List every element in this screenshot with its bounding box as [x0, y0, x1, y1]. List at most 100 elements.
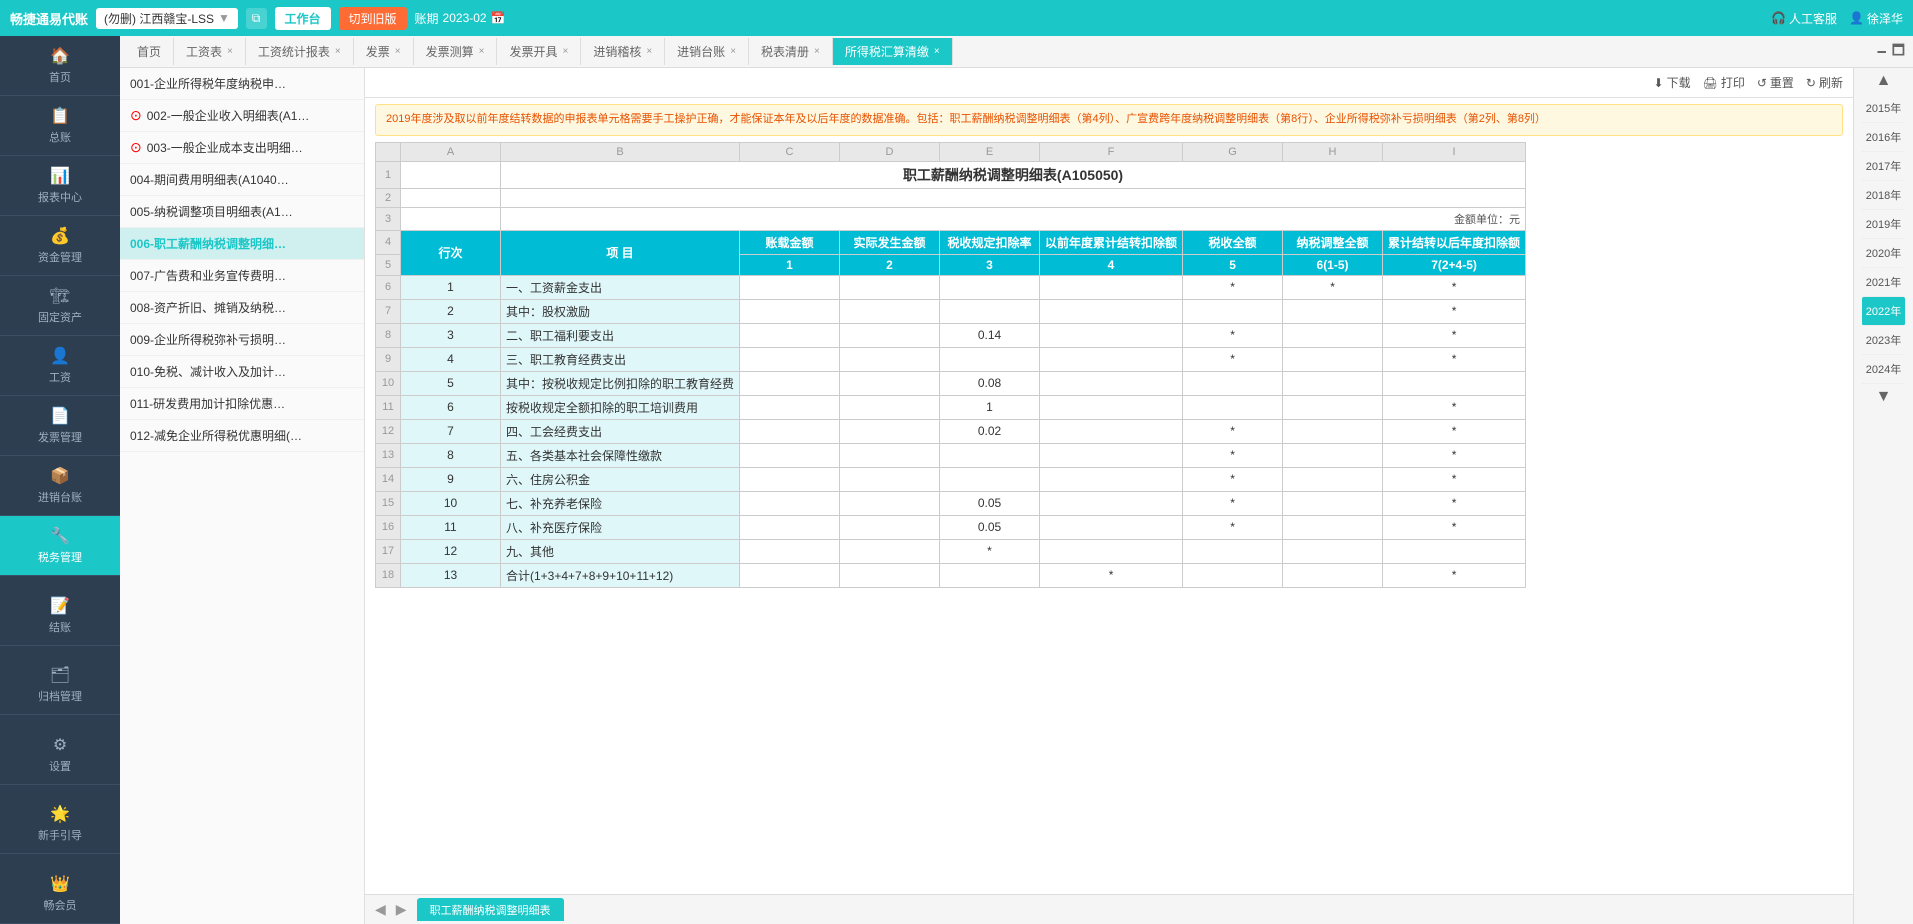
minimize-button[interactable]: 🗕 [1877, 40, 1887, 64]
row-17-item[interactable]: 九、其他 [501, 539, 740, 563]
left-panel-item-7[interactable]: 008-资产折旧、摊销及纳税… [120, 292, 364, 324]
row-12-c7[interactable]: * [1383, 419, 1526, 443]
spreadsheet-container[interactable]: A B C D E F G H I 1 职工薪酬 [365, 136, 1913, 894]
row-18-c1[interactable] [740, 563, 840, 587]
row-9-c7[interactable]: * [1383, 347, 1526, 371]
active-sheet-tab[interactable]: 职工薪酬纳税调整明细表 [417, 898, 564, 921]
row-12-c3[interactable]: 0.02 [940, 419, 1040, 443]
tab-7[interactable]: 进销台账× [665, 38, 749, 65]
row-6-c1[interactable] [740, 275, 840, 299]
row-9-c1[interactable] [740, 347, 840, 371]
year-item-2022年[interactable]: 2022年 [1862, 297, 1905, 326]
row-16-c1[interactable] [740, 515, 840, 539]
switch-old-button[interactable]: 切到旧版 [339, 7, 407, 30]
sidebar-item-13[interactable]: 👑畅会员 [0, 864, 120, 924]
row-17-c5[interactable] [1183, 539, 1283, 563]
sheet-scroll-right[interactable]: ▶ [396, 901, 407, 918]
row-18-item[interactable]: 合计(1+3+4+7+8+9+10+11+12) [501, 563, 740, 587]
row-7-c2[interactable] [840, 299, 940, 323]
print-button[interactable]: 🖨 打印 [1703, 74, 1745, 91]
tab-4[interactable]: 发票测算× [414, 38, 498, 65]
row-11-c2[interactable] [840, 395, 940, 419]
row-7-c5[interactable] [1183, 299, 1283, 323]
row-9-c5[interactable]: * [1183, 347, 1283, 371]
row-8-c3[interactable]: 0.14 [940, 323, 1040, 347]
download-button[interactable]: ⬇ 下载 [1654, 74, 1691, 91]
row-12-item[interactable]: 四、工会经费支出 [501, 419, 740, 443]
row-10-c2[interactable] [840, 371, 940, 395]
row-18-c3[interactable] [940, 563, 1040, 587]
year-scroll-down[interactable]: ▼ [1872, 384, 1896, 410]
sidebar-item-6[interactable]: 📄发票管理 [0, 396, 120, 456]
row-13-c2[interactable] [840, 443, 940, 467]
sidebar-item-4[interactable]: 🏗固定资产 [0, 276, 120, 336]
row-15-c3[interactable]: 0.05 [940, 491, 1040, 515]
row-11-item[interactable]: 按税收规定全额扣除的职工培训费用 [501, 395, 740, 419]
year-item-2023年[interactable]: 2023年 [1862, 326, 1905, 355]
cell-1A[interactable] [401, 161, 501, 188]
tab-close-5[interactable]: × [562, 46, 568, 57]
row-16-c7[interactable]: * [1383, 515, 1526, 539]
sidebar-item-8[interactable]: 🔧税务管理 [0, 516, 120, 576]
row-7-item[interactable]: 其中：股权激励 [501, 299, 740, 323]
row-16-c3[interactable]: 0.05 [940, 515, 1040, 539]
row-10-c7[interactable] [1383, 371, 1526, 395]
row-14-c6[interactable] [1283, 467, 1383, 491]
left-panel-item-5[interactable]: 006-职工薪酬纳税调整明细… [120, 228, 364, 260]
maximize-button[interactable]: 🗖 [1892, 40, 1905, 64]
left-panel-item-2[interactable]: ⊙003-一般企业成本支出明细… [120, 132, 364, 164]
left-panel-item-11[interactable]: 012-减免企业所得税优惠明细(… [120, 420, 364, 452]
row-6-c3[interactable] [940, 275, 1040, 299]
row-17-c7[interactable] [1383, 539, 1526, 563]
row-18-c6[interactable] [1283, 563, 1383, 587]
tab-0[interactable]: 首页 [125, 38, 174, 65]
row-8-c5[interactable]: * [1183, 323, 1283, 347]
sidebar-item-0[interactable]: 🏠首页 [0, 36, 120, 96]
row-11-c1[interactable] [740, 395, 840, 419]
row-10-c5[interactable] [1183, 371, 1283, 395]
row-7-c6[interactable] [1283, 299, 1383, 323]
tab-2[interactable]: 工资统计报表× [246, 38, 354, 65]
year-item-2021年[interactable]: 2021年 [1862, 268, 1905, 297]
row-7-c3[interactable] [940, 299, 1040, 323]
row-8-c7[interactable]: * [1383, 323, 1526, 347]
row-14-c7[interactable]: * [1383, 467, 1526, 491]
tab-8[interactable]: 税表清册× [749, 38, 833, 65]
year-item-2024年[interactable]: 2024年 [1862, 355, 1905, 384]
row-10-c3[interactable]: 0.08 [940, 371, 1040, 395]
year-item-2018年[interactable]: 2018年 [1862, 181, 1905, 210]
tab-close-4[interactable]: × [479, 46, 485, 57]
left-panel-item-1[interactable]: ⊙002-一般企业收入明细表(A1… [120, 100, 364, 132]
row-13-c1[interactable] [740, 443, 840, 467]
row-16-c2[interactable] [840, 515, 940, 539]
row-16-c6[interactable] [1283, 515, 1383, 539]
row-17-c3[interactable]: * [940, 539, 1040, 563]
row-18-c2[interactable] [840, 563, 940, 587]
row-13-c4[interactable] [1040, 443, 1183, 467]
row-14-c4[interactable] [1040, 467, 1183, 491]
row-10-c6[interactable] [1283, 371, 1383, 395]
row-7-c7[interactable]: * [1383, 299, 1526, 323]
row-9-c2[interactable] [840, 347, 940, 371]
row-12-c6[interactable] [1283, 419, 1383, 443]
year-item-2019年[interactable]: 2019年 [1862, 210, 1905, 239]
row-13-c6[interactable] [1283, 443, 1383, 467]
tab-close-3[interactable]: × [395, 46, 401, 57]
sidebar-item-3[interactable]: 💰资金管理 [0, 216, 120, 276]
row-13-c7[interactable]: * [1383, 443, 1526, 467]
cell-2A[interactable] [401, 188, 501, 207]
row-14-c2[interactable] [840, 467, 940, 491]
tab-close-7[interactable]: × [730, 46, 736, 57]
row-11-c4[interactable] [1040, 395, 1183, 419]
left-panel-item-4[interactable]: 005-纳税调整项目明细表(A1… [120, 196, 364, 228]
tab-9[interactable]: 所得税汇算清缴× [833, 38, 953, 65]
tab-close-6[interactable]: × [646, 46, 652, 57]
row-15-c6[interactable] [1283, 491, 1383, 515]
left-panel-item-10[interactable]: 011-研发费用加计扣除优惠… [120, 388, 364, 420]
left-panel-item-9[interactable]: 010-免税、减计收入及加计… [120, 356, 364, 388]
row-17-c2[interactable] [840, 539, 940, 563]
row-10-c4[interactable] [1040, 371, 1183, 395]
row-14-c3[interactable] [940, 467, 1040, 491]
reset-button[interactable]: ↺ 重置 [1757, 74, 1794, 91]
row-13-c3[interactable] [940, 443, 1040, 467]
